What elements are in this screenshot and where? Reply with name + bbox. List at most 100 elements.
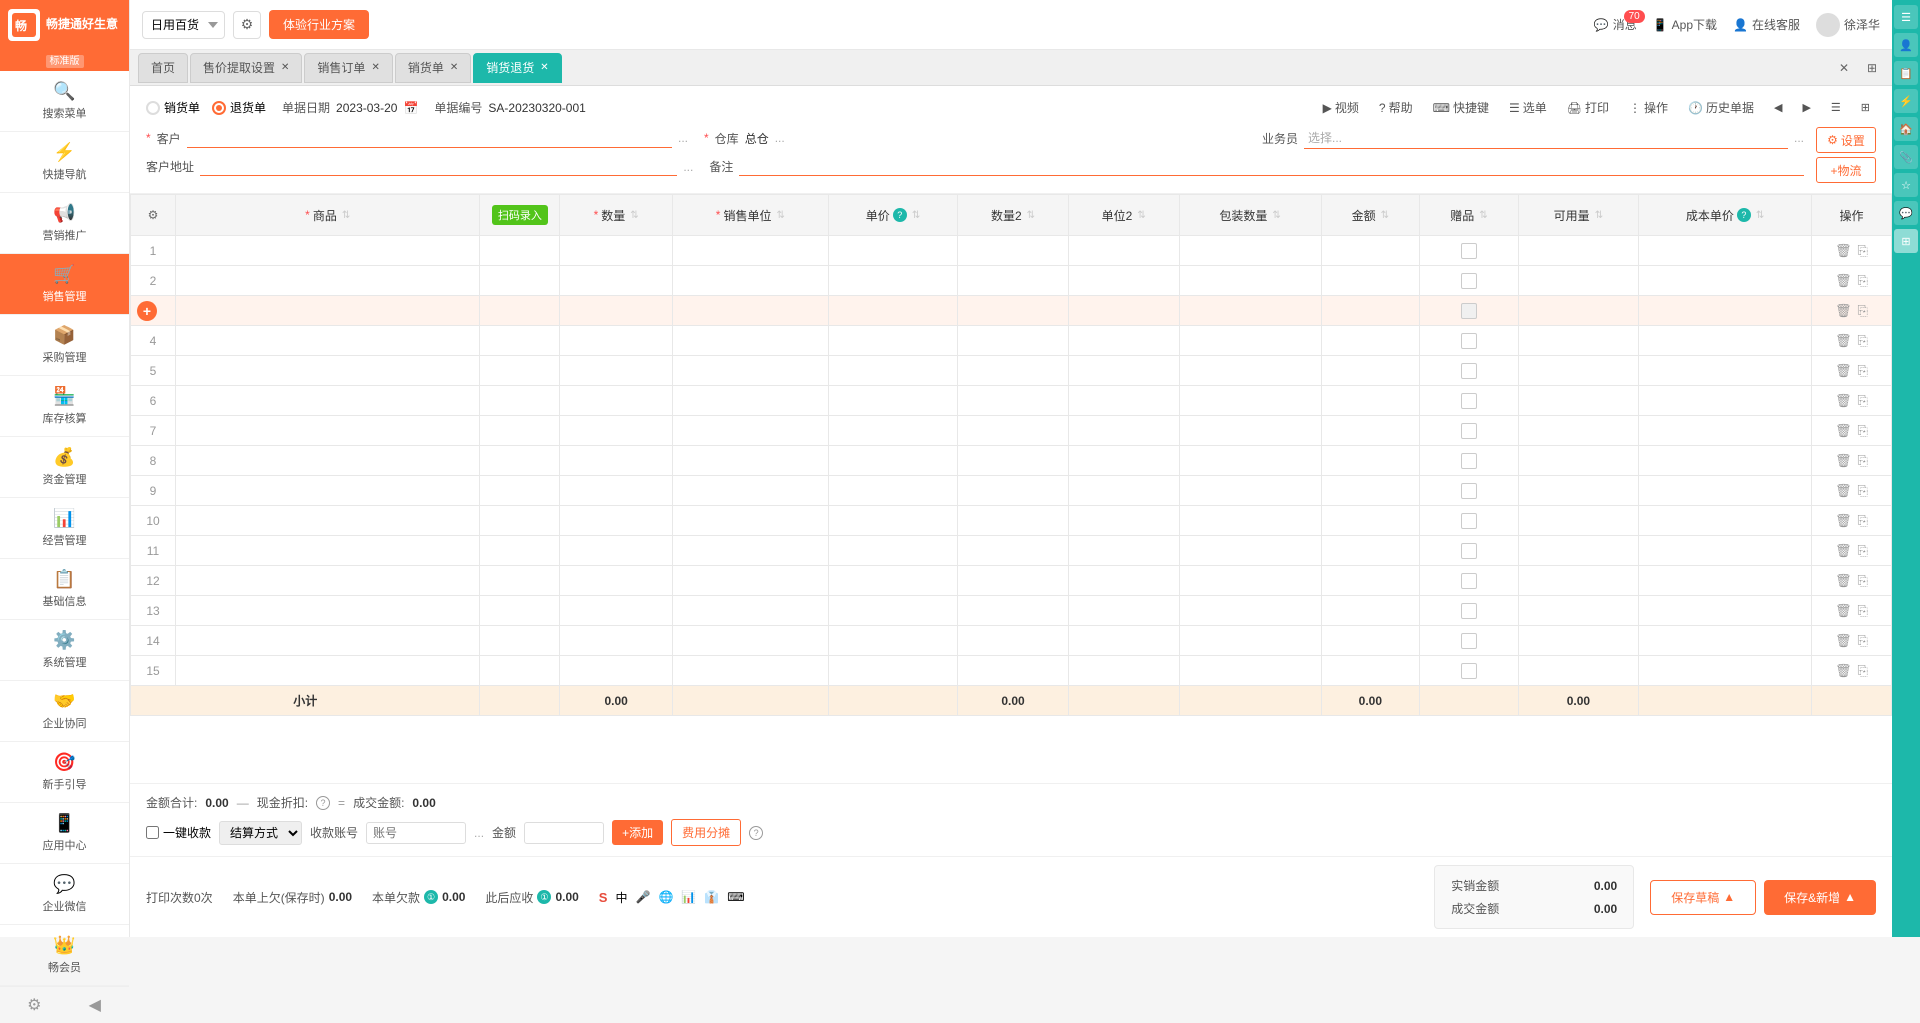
gift-checkbox[interactable] — [1461, 663, 1477, 679]
sort-amount-icon[interactable]: ⇅ — [1381, 210, 1389, 221]
rp-btn-6[interactable]: 📎 — [1894, 145, 1918, 169]
copy-icon[interactable]: ⎘ — [1858, 513, 1868, 529]
gift-checkbox[interactable] — [1461, 573, 1477, 589]
copy-icon[interactable]: ⎘ — [1858, 453, 1868, 469]
save-draft-btn[interactable]: 保存草稿 ▲ — [1650, 880, 1756, 915]
rp-btn-2[interactable]: 👤 — [1894, 33, 1918, 57]
online-service-btn[interactable]: 👤 在线客服 — [1733, 16, 1800, 33]
sidebar-item-finance[interactable]: 💰 资金管理 — [0, 437, 129, 498]
sort-price-icon[interactable]: ⇅ — [912, 210, 920, 221]
tab-sales-close[interactable]: ✕ — [450, 62, 458, 73]
qty-cell[interactable] — [560, 236, 672, 266]
sort-pkg-icon[interactable]: ⇅ — [1272, 210, 1280, 221]
unit2-cell[interactable] — [1068, 236, 1179, 266]
one-click-pay-check[interactable]: 一键收款 — [146, 824, 211, 841]
sidebar-item-shortcut[interactable]: ⚡ 快捷导航 — [0, 132, 129, 193]
tab-close-all-btn[interactable]: ✕ — [1832, 56, 1856, 80]
delete-icon[interactable]: 🗑 — [1835, 453, 1852, 469]
rp-btn-5[interactable]: 🏠 — [1894, 117, 1918, 141]
unit-cell[interactable] — [672, 236, 828, 266]
copy-icon[interactable]: ⎘ — [1858, 543, 1868, 559]
customer-input[interactable] — [187, 129, 672, 148]
gift-checkbox[interactable] — [1461, 543, 1477, 559]
delete-icon[interactable]: 🗑 — [1835, 603, 1852, 619]
price-cell[interactable] — [828, 236, 957, 266]
delete-icon[interactable]: 🗑 — [1835, 483, 1852, 499]
account-input[interactable] — [366, 822, 466, 844]
gift-checkbox[interactable] — [1461, 423, 1477, 439]
delete-icon[interactable]: 🗑 — [1835, 363, 1852, 379]
customer-dots[interactable]: ... — [678, 131, 688, 145]
copy-icon[interactable]: ⎘ — [1858, 243, 1868, 259]
view-list-btn[interactable]: ☰ — [1825, 98, 1847, 117]
delete-icon[interactable]: 🗑 — [1835, 513, 1852, 529]
sidebar-item-member[interactable]: 👑 畅会员 — [0, 925, 129, 986]
logistics-btn[interactable]: +物流 — [1816, 157, 1876, 183]
delete-icon[interactable]: 🗑 — [1835, 423, 1852, 439]
add-payment-btn[interactable]: +添加 — [612, 820, 663, 845]
rp-btn-8[interactable]: 💬 — [1894, 201, 1918, 225]
sidebar-item-operations[interactable]: 📊 经营管理 — [0, 498, 129, 559]
sidebar-item-inventory[interactable]: 🏪 库存核算 — [0, 376, 129, 437]
radio-return[interactable]: 退货单 — [212, 99, 266, 116]
copy-icon[interactable]: ⎘ — [1858, 273, 1868, 289]
gift-checkbox[interactable] — [1461, 633, 1477, 649]
copy-icon[interactable]: ⎘ — [1858, 423, 1868, 439]
rp-btn-4[interactable]: ⚡ — [1894, 89, 1918, 113]
sidebar-item-apps[interactable]: 📱 应用中心 — [0, 803, 129, 864]
tab-order[interactable]: 销售订单 ✕ — [304, 53, 392, 83]
copy-icon[interactable]: ⎘ — [1858, 603, 1868, 619]
sort-unit-icon[interactable]: ⇅ — [776, 210, 784, 221]
sidebar-item-marketing[interactable]: 📢 营销推广 — [0, 193, 129, 254]
sidebar-item-base[interactable]: 📋 基础信息 — [0, 559, 129, 620]
sidebar-item-sales[interactable]: 🛒 销售管理 — [0, 254, 129, 315]
operate-btn[interactable]: ⋮ 操作 — [1623, 96, 1674, 119]
gift-checkbox[interactable] — [1461, 603, 1477, 619]
settings-btn[interactable]: ⚙ 设置 — [1816, 127, 1876, 153]
sort-product-icon[interactable]: ⇅ — [342, 210, 350, 221]
tab-sales[interactable]: 销货单 ✕ — [395, 53, 471, 83]
bill-value[interactable]: SA-20230320-001 — [488, 101, 585, 115]
gift-checkbox[interactable] — [1461, 243, 1477, 259]
calendar-icon[interactable]: 📅 — [403, 101, 418, 115]
copy-icon[interactable]: ⎘ — [1858, 633, 1868, 649]
gift-checkbox[interactable] — [1461, 303, 1477, 319]
gift-checkbox[interactable] — [1461, 483, 1477, 499]
category-select[interactable]: 日用百货 — [142, 11, 225, 39]
address-dots[interactable]: ... — [683, 160, 693, 174]
rp-btn-9[interactable]: ⊞ — [1894, 229, 1918, 253]
rp-btn-7[interactable]: ☆ — [1894, 173, 1918, 197]
sort-qty-icon[interactable]: ⇅ — [630, 210, 638, 221]
copy-icon[interactable]: ⎘ — [1858, 663, 1868, 679]
help-btn[interactable]: ? 帮助 — [1373, 96, 1419, 119]
salesperson-dots[interactable]: ... — [1794, 131, 1804, 145]
history-btn[interactable]: 🕐 历史单据 — [1682, 96, 1760, 119]
th-gear[interactable]: ⚙ — [131, 195, 176, 236]
rp-btn-1[interactable]: ☰ — [1894, 5, 1918, 29]
tab-home[interactable]: 首页 — [138, 53, 188, 83]
delete-icon[interactable]: 🗑 — [1835, 633, 1852, 649]
pkg-cell[interactable] — [1179, 236, 1321, 266]
discount-help-icon[interactable]: ? — [316, 796, 330, 810]
trial-btn[interactable]: 体验行业方案 — [269, 10, 369, 39]
sort-qty2-icon[interactable]: ⇅ — [1027, 210, 1035, 221]
warehouse-dots[interactable]: ... — [775, 131, 785, 145]
product-cell[interactable] — [176, 236, 480, 266]
delete-icon[interactable]: 🗑 — [1835, 273, 1852, 289]
gift-checkbox[interactable] — [1461, 393, 1477, 409]
gift-cell[interactable] — [1420, 236, 1519, 266]
date-value[interactable]: 2023-03-20 — [336, 101, 397, 115]
scan-btn[interactable]: 扫码录入 — [492, 205, 548, 225]
gift-checkbox[interactable] — [1461, 363, 1477, 379]
video-btn[interactable]: ▶ 视频 — [1317, 96, 1365, 119]
sidebar-item-enterprise[interactable]: 🤝 企业协同 — [0, 681, 129, 742]
tab-returns-close[interactable]: ✕ — [540, 62, 548, 73]
tab-price-close[interactable]: ✕ — [281, 62, 289, 73]
address-input[interactable] — [200, 157, 677, 176]
print-btn[interactable]: 🖨 打印 — [1561, 96, 1615, 119]
radio-sales[interactable]: 销货单 — [146, 99, 200, 116]
delete-icon[interactable]: 🗑 — [1835, 663, 1852, 679]
copy-icon[interactable]: ⎘ — [1858, 333, 1868, 349]
fee-help-icon[interactable]: ? — [749, 826, 763, 840]
copy-icon[interactable]: ⎘ — [1858, 363, 1868, 379]
